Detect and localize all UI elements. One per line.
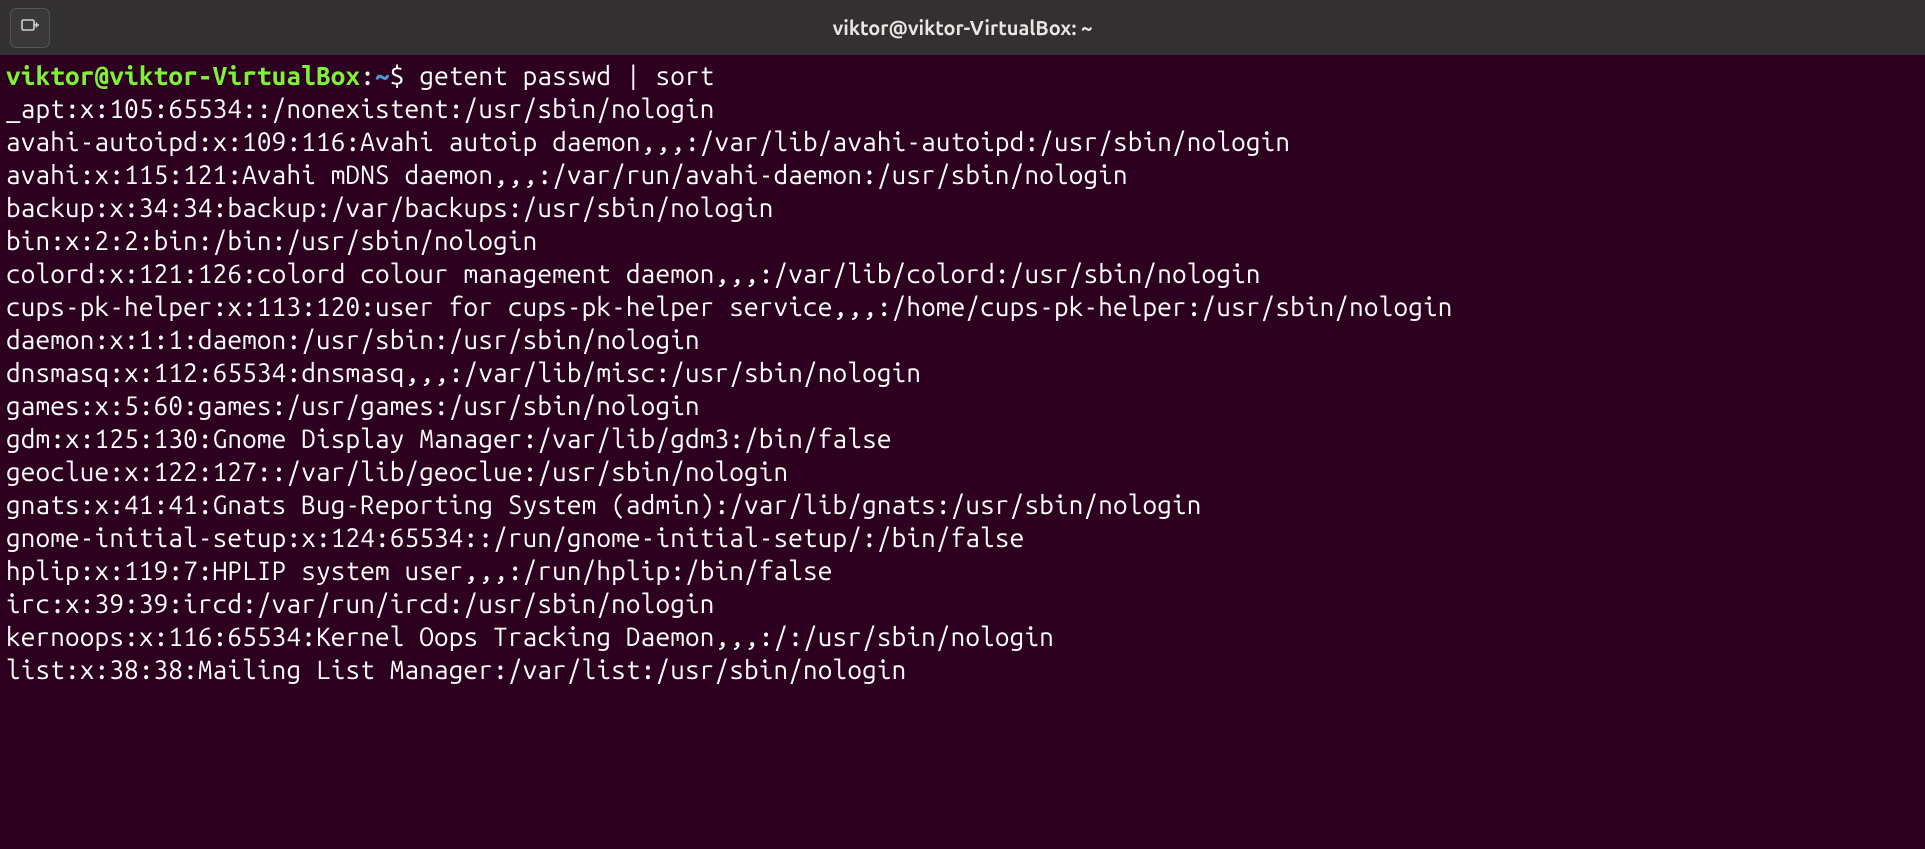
titlebar: viktor@viktor-VirtualBox: ~ <box>0 0 1925 55</box>
prompt-user-host: viktor@viktor-VirtualBox <box>6 61 360 90</box>
prompt-path: ~ <box>375 61 390 90</box>
output-lines: _apt:x:105:65534::/nonexistent:/usr/sbin… <box>6 94 1452 684</box>
window-title: viktor@viktor-VirtualBox: ~ <box>833 16 1093 39</box>
prompt-symbol: $ <box>390 61 405 90</box>
new-tab-button[interactable] <box>10 8 50 48</box>
command: getent passwd | sort <box>419 61 714 90</box>
terminal-output[interactable]: viktor@viktor-VirtualBox:~$ getent passw… <box>0 55 1925 686</box>
new-tab-icon <box>20 16 40 40</box>
command-text <box>405 61 420 90</box>
prompt-separator: : <box>360 61 375 90</box>
